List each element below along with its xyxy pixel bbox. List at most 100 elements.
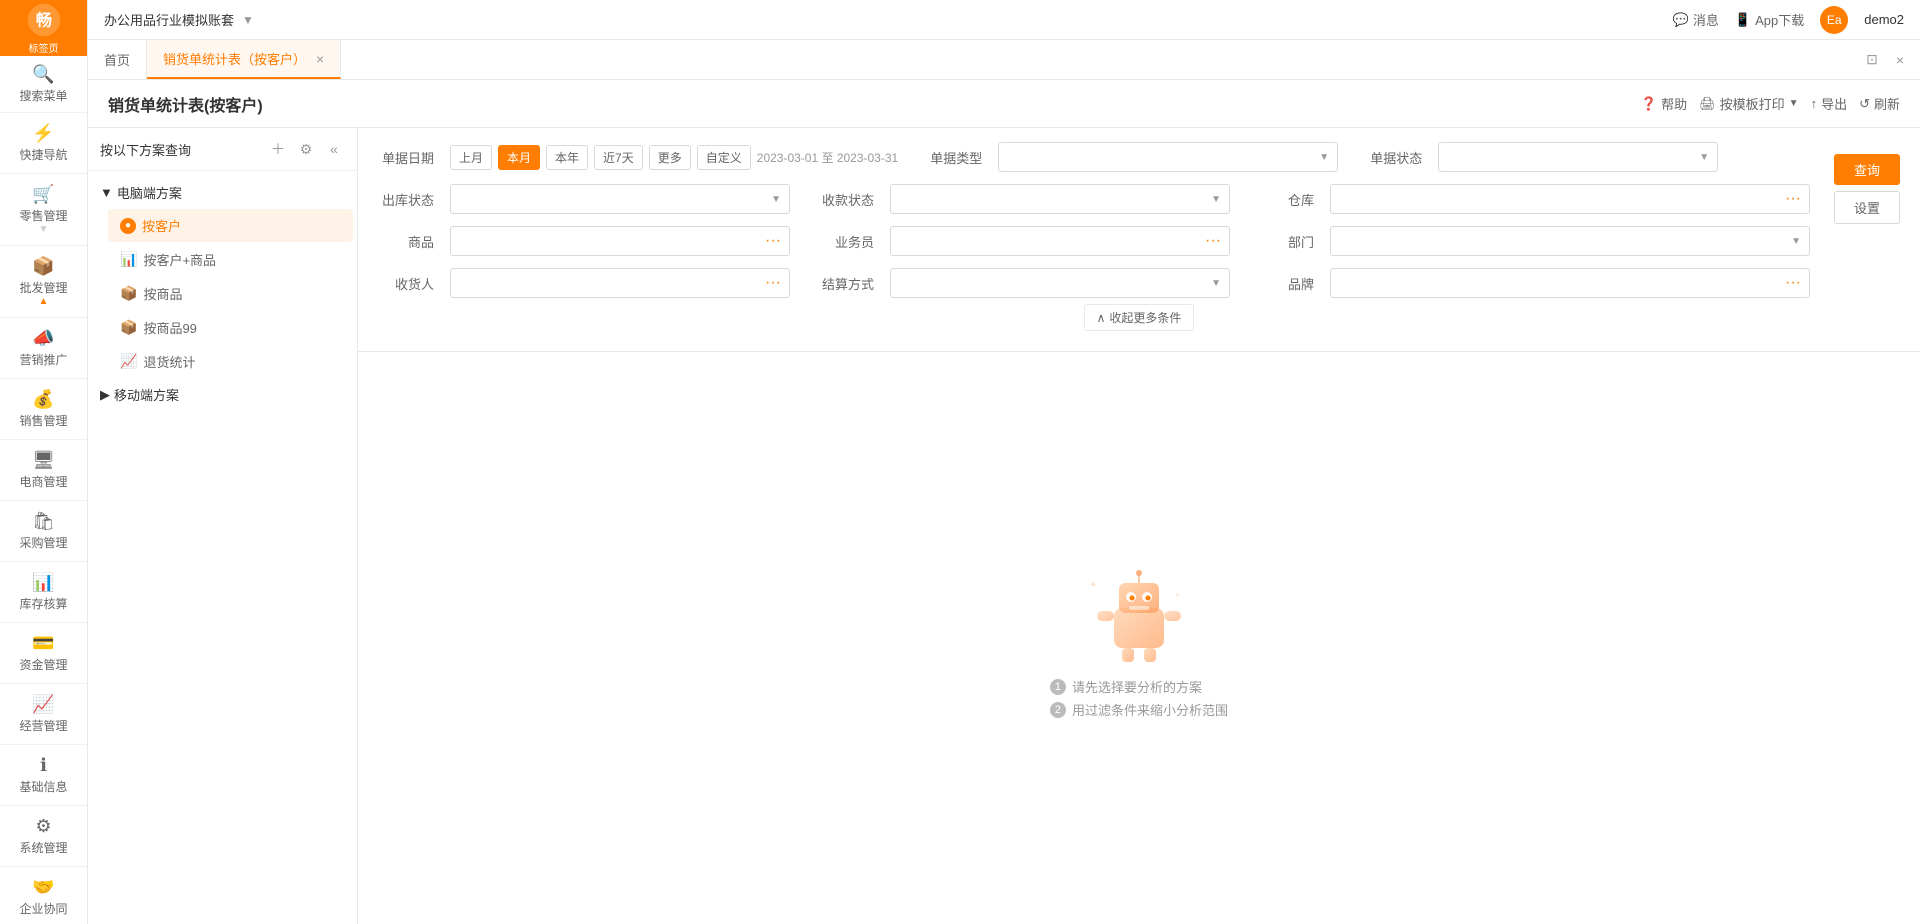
settings-scheme-button[interactable]: ⚙ (295, 138, 317, 160)
header-right: 💬 消息 📱 App下载 Ea demo2 (1673, 6, 1904, 34)
out-status-label: 出库状态 (378, 190, 434, 209)
collapse-icon: « (330, 141, 338, 157)
tab-home-label: 首页 (104, 50, 130, 69)
payment-status-select[interactable]: ▼ (890, 184, 1230, 214)
sidebar-item-enterprise[interactable]: 🤝 企业协同 (0, 867, 87, 924)
collapse-button[interactable]: ∧ 收起更多条件 (1084, 304, 1195, 331)
settlement-arrow-icon: ▼ (1211, 278, 1221, 289)
industry-dropdown-icon[interactable]: ▼ (242, 13, 254, 27)
sidebar-item-inventory[interactable]: 📊 库存核算 (0, 562, 87, 623)
order-status-label: 单据状态 (1366, 148, 1422, 167)
sidebar-item-info[interactable]: ℹ 基础信息 (0, 745, 87, 806)
add-scheme-button[interactable]: ＋ (267, 138, 289, 160)
sidebar-item-search[interactable]: 🔍 搜索菜单 (0, 56, 87, 113)
brand-dots: ··· (1785, 274, 1801, 292)
add-icon: ＋ (271, 139, 285, 159)
settlement-select[interactable]: ▼ (890, 268, 1230, 298)
collapse-panel-button[interactable]: « (323, 138, 345, 160)
returns-icon: 📈 (120, 353, 137, 370)
tree-parent-pc[interactable]: ▼ 电脑端方案 (88, 177, 357, 208)
main-area: 办公用品行业模拟账套 ▼ 💬 消息 📱 App下载 Ea demo2 首页 销货… (88, 0, 1920, 924)
out-status-select[interactable]: ▼ (450, 184, 790, 214)
sidebar-item-quicknav[interactable]: ⚡ 快捷导航 (0, 113, 87, 174)
date-btn-more[interactable]: 更多 (649, 145, 691, 170)
sidebar-item-label: 资金管理 (19, 656, 67, 673)
global-header: 办公用品行业模拟账套 ▼ 💬 消息 📱 App下载 Ea demo2 (88, 0, 1920, 40)
sidebar-item-label: 经营管理 (19, 717, 67, 734)
sidebar-item-system[interactable]: ⚙ 系统管理 (0, 806, 87, 867)
print-label: 按模板打印 (1720, 94, 1785, 113)
sidebar-item-label: 批发管理 (19, 279, 67, 296)
lightning-icon: ⚡ (32, 123, 54, 144)
refresh-button[interactable]: ↺ 刷新 (1859, 94, 1900, 113)
svg-text:畅: 畅 (35, 10, 51, 29)
tree-parent-mobile[interactable]: ▶ 移动端方案 (88, 379, 357, 410)
help-button[interactable]: ❓ 帮助 (1641, 94, 1687, 113)
filter-row-3: 商品 ··· 业务员 ··· (378, 226, 1810, 256)
date-btn-custom[interactable]: 自定义 (697, 145, 751, 170)
sidebar-item-sales[interactable]: 💰 销售管理 (0, 379, 87, 440)
order-status-arrow-icon: ▼ (1699, 152, 1709, 163)
header-left: 办公用品行业模拟账套 ▼ (104, 10, 254, 29)
salesperson-select[interactable]: ··· (890, 226, 1230, 256)
tree-item-by-customer[interactable]: ● 按客户 (108, 209, 353, 242)
sidebar-item-purchase[interactable]: 🛍 采购管理 (0, 501, 87, 562)
date-btn-this-month[interactable]: 本月 (498, 145, 540, 170)
sidebar-item-label: 库存核算 (19, 595, 67, 612)
message-button[interactable]: 💬 消息 (1673, 10, 1719, 29)
date-label: 单据日期 (378, 148, 434, 167)
logo[interactable]: 畅 标签页 (0, 0, 87, 56)
order-status-select[interactable]: ▼ (1438, 142, 1718, 172)
sidebar-item-finance[interactable]: 💳 资金管理 (0, 623, 87, 684)
department-select[interactable]: ▼ (1330, 226, 1810, 256)
date-btn-last-month[interactable]: 上月 (450, 145, 492, 170)
order-type-select[interactable]: ▼ (998, 142, 1338, 172)
print-button[interactable]: 🖨 按模板打印 ▼ (1699, 94, 1798, 113)
tab-home[interactable]: 首页 (88, 40, 147, 79)
svg-text:✦: ✦ (1089, 580, 1097, 591)
goods-icon: 📦 (120, 285, 137, 302)
tree-item-by-goods99[interactable]: 📦 按商品99 (108, 311, 353, 344)
chart-icon: 📊 (32, 572, 54, 593)
goods-select[interactable]: ··· (450, 226, 790, 256)
out-status-arrow-icon: ▼ (771, 194, 781, 205)
restore-tab-button[interactable]: ⊡ (1860, 48, 1884, 72)
sidebar-item-retail[interactable]: 🛒 零售管理 ▼ (0, 174, 87, 246)
tip-num-2: 2 (1050, 702, 1066, 718)
export-button[interactable]: ↑ 导出 (1811, 94, 1848, 113)
receiver-select[interactable]: ··· (450, 268, 790, 298)
warehouse-select[interactable]: ··· (1330, 184, 1810, 214)
settlement-label: 结算方式 (818, 274, 874, 293)
app-download-button[interactable]: 📱 App下载 (1735, 10, 1804, 29)
search-icon: 🔍 (32, 64, 54, 85)
card-icon: 💳 (32, 633, 54, 654)
user-name[interactable]: demo2 (1864, 12, 1904, 27)
close-tab-button[interactable]: × (1888, 48, 1912, 72)
expand-icon: ▶ (100, 387, 110, 403)
filter-row-1: 单据日期 上月 本月 本年 近7天 更多 自定义 2023-03-01 至 20… (378, 142, 1810, 172)
empty-tips: 1 请先选择要分析的方案 2 用过滤条件来缩小分析范围 (1050, 673, 1228, 723)
megaphone-icon: 📣 (32, 328, 54, 349)
sidebar-item-wholesale[interactable]: 📦 批发管理 ▲ (0, 246, 87, 318)
brand-select[interactable]: ··· (1330, 268, 1810, 298)
tip-text-1: 请先选择要分析的方案 (1072, 677, 1202, 696)
settings-button[interactable]: 设置 (1834, 191, 1900, 224)
avatar[interactable]: Ea (1820, 6, 1848, 34)
sidebar-item-marketing[interactable]: 📣 营销推广 (0, 318, 87, 379)
svg-text:✦: ✦ (1174, 591, 1181, 600)
tab-sales-stats[interactable]: 销货单统计表（按客户） × (147, 40, 341, 79)
tree-item-returns[interactable]: 📈 退货统计 (108, 345, 353, 378)
date-btn-this-year[interactable]: 本年 (546, 145, 588, 170)
sidebar-item-management[interactable]: 📈 经营管理 (0, 684, 87, 745)
info-icon: ℹ (40, 755, 47, 776)
filter-and-actions: 单据日期 上月 本月 本年 近7天 更多 自定义 2023-03-01 至 20… (378, 142, 1900, 298)
date-btn-7days[interactable]: 近7天 (594, 145, 643, 170)
tree-item-by-customer-goods[interactable]: 📊 按客户+商品 (108, 243, 353, 276)
tree-item-by-goods[interactable]: 📦 按商品 (108, 277, 353, 310)
sidebar-item-label: 搜索菜单 (19, 87, 67, 104)
sidebar-item-label: 销售管理 (19, 412, 67, 429)
sidebar-item-ecommerce[interactable]: 🖥 电商管理 (0, 440, 87, 501)
sidebar-item-label: 电商管理 (19, 473, 67, 490)
tab-close-icon[interactable]: × (316, 51, 324, 67)
query-button[interactable]: 查询 (1834, 154, 1900, 185)
